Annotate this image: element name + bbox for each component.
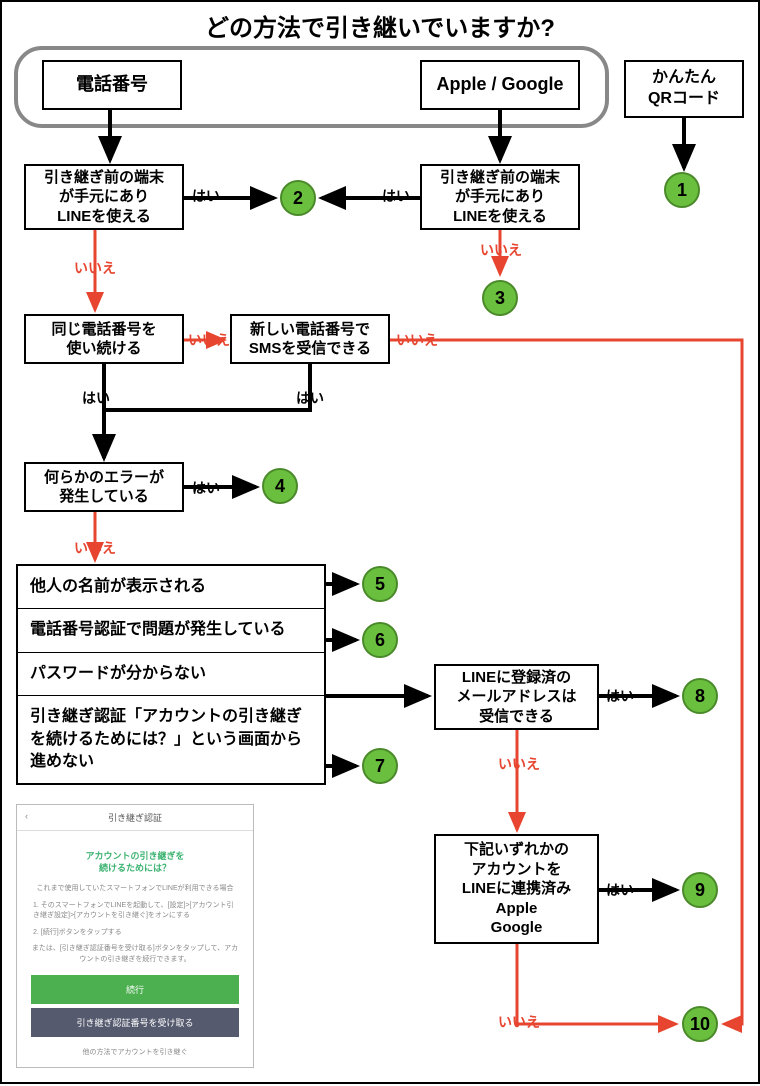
panel-row-phone-auth: 電話番号認証で問題が発生している bbox=[18, 609, 324, 652]
q-linked-account: 下記いずれかのアカウントをLINEに連携済みAppleGoogle bbox=[434, 834, 599, 944]
mock-header: ‹ 引き継ぎ認証 bbox=[17, 805, 253, 831]
lbl-yes-apple-old: はい bbox=[382, 186, 410, 206]
lbl-no-linked: いいえ bbox=[498, 1012, 540, 1032]
issues-panel: 他人の名前が表示される 電話番号認証で問題が発生している パスワードが分からない… bbox=[16, 564, 326, 785]
entry-phone: 電話番号 bbox=[42, 60, 182, 110]
result-2: 2 bbox=[280, 180, 316, 216]
mock-step2: 2. [続行]ボタンをタップする bbox=[29, 928, 241, 939]
q-error: 何らかのエラーが発生している bbox=[24, 462, 184, 512]
panel-row-auth-stuck: 引き継ぎ認証「アカウントの引き継ぎを続けるためには？」という画面から進めない bbox=[18, 696, 324, 783]
mock-or: または、[引き継ぎ認証番号を受け取る]ボタンをタップして、アカウントの引き継ぎを… bbox=[29, 944, 241, 965]
q-new-number-sms: 新しい電話番号でSMSを受信できる bbox=[230, 314, 390, 364]
lbl-no-phone-old: いいえ bbox=[74, 258, 116, 278]
result-7: 7 bbox=[362, 748, 398, 784]
result-1: 1 bbox=[664, 172, 700, 208]
q-email-receive: LINEに登録済のメールアドレスは受信できる bbox=[434, 664, 599, 730]
lbl-yes-email: はい bbox=[606, 686, 634, 706]
mock-btn-receive: 引き継ぎ認証番号を受け取る bbox=[31, 1008, 239, 1037]
entry-apple-google: Apple / Google bbox=[420, 60, 580, 110]
back-icon: ‹ bbox=[25, 811, 28, 821]
chart-title: どの方法で引き継いでいますか? bbox=[2, 8, 758, 43]
lbl-yes-same-num: はい bbox=[82, 388, 110, 408]
mock-step1: 1. そのスマートフォンでLINEを起動して、[設定]>[アカウント引き継ぎ設定… bbox=[29, 901, 241, 922]
result-8: 8 bbox=[682, 678, 718, 714]
lbl-yes-new-sms: はい bbox=[296, 388, 324, 408]
result-5: 5 bbox=[362, 566, 398, 602]
lbl-yes-error: はい bbox=[192, 478, 220, 498]
lbl-no-apple-old: いいえ bbox=[480, 240, 522, 260]
q-same-number: 同じ電話番号を使い続ける bbox=[24, 314, 184, 364]
result-10: 10 bbox=[682, 1006, 718, 1042]
lbl-no-error: いいえ bbox=[74, 538, 116, 558]
lbl-no-same-num: いいえ bbox=[188, 330, 230, 350]
lbl-yes-phone-old: はい bbox=[192, 186, 220, 206]
lbl-no-email: いいえ bbox=[498, 754, 540, 774]
mock-desc: これまで使用していたスマートフォンでLINEが利用できる場合 bbox=[29, 884, 241, 895]
result-4: 4 bbox=[262, 468, 298, 504]
panel-row-password: パスワードが分からない bbox=[18, 653, 324, 696]
lbl-no-new-sms: いいえ bbox=[396, 330, 438, 350]
mock-title: アカウントの引き継ぎを続けるためには？ bbox=[29, 851, 241, 874]
panel-row-other-name: 他人の名前が表示される bbox=[18, 566, 324, 609]
q-phone-old-device: 引き継ぎ前の端末が手元にありLINEを使える bbox=[24, 164, 184, 230]
mock-btn-continue: 続行 bbox=[31, 975, 239, 1004]
mock-link-other: 他の方法でアカウントを引き継ぐ bbox=[17, 1041, 253, 1063]
result-6: 6 bbox=[362, 622, 398, 658]
q-apple-old-device: 引き継ぎ前の端末が手元にありLINEを使える bbox=[420, 164, 580, 230]
entry-qr: かんたんQRコード bbox=[624, 60, 744, 118]
result-9: 9 bbox=[682, 872, 718, 908]
flowchart-canvas: どの方法で引き継いでいますか? 電話番号 Apple / Google かんたん… bbox=[0, 0, 760, 1084]
result-3: 3 bbox=[482, 280, 518, 316]
lbl-yes-linked: はい bbox=[606, 880, 634, 900]
mock-screenshot: ‹ 引き継ぎ認証 アカウントの引き継ぎを続けるためには？ これまで使用していたス… bbox=[16, 804, 254, 1068]
